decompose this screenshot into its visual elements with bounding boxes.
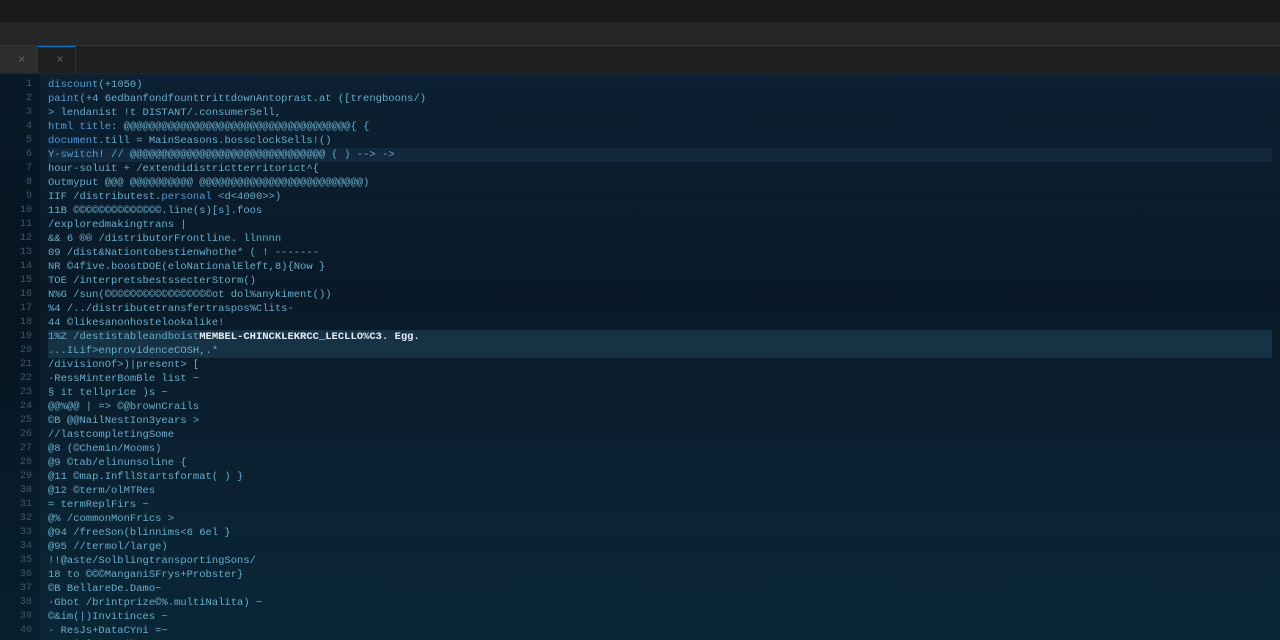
code-line: = termReplFirs ~ [48, 498, 1272, 512]
code-line: html title: @@@@@@@@@@@@@@@@@@@@@@@@@@@@… [48, 120, 1272, 134]
code-line: ©B @@NailNestIon3years > [48, 414, 1272, 428]
tab-close-icon[interactable]: × [18, 53, 25, 67]
code-line: § it tellprice )s ~ [48, 386, 1272, 400]
toolbar [0, 22, 1280, 46]
titlebar [0, 0, 1280, 22]
code-line: @94 /freeSon(blinnims<6 6el } [48, 526, 1272, 540]
code-line: N%G /sun(©©©©©©©©©©©©©©©©©ot dol%anykime… [48, 288, 1272, 302]
code-line: %4 /../distributetransfertraspos%Clits- [48, 302, 1272, 316]
code-line: hour-soluit + /extendidistrictterritoric… [48, 162, 1272, 176]
code-line: document.till = MainSeasons.bossclockSel… [48, 134, 1272, 148]
code-line: ...ILif>enprovidenceCOSH,.* [48, 344, 1272, 358]
code-line: @% /commonMonFrics > [48, 512, 1272, 526]
toolbar-intrigue[interactable] [124, 32, 140, 36]
tab-bar: × × [0, 46, 1280, 74]
tab-mysterio[interactable]: × [0, 46, 38, 73]
code-line: IIF /distributest.personal <d<4000>>) [48, 190, 1272, 204]
code-line: paint(+4 6edbanfondfounttrittdownAntopra… [48, 92, 1272, 106]
code-line: 09 /dist&Nationtobestienwhothe* ( ! ----… [48, 246, 1272, 260]
code-line: Y-switch! // @@@@@@@@@@@@@@@@@@@@@@@@@@@… [48, 148, 1272, 162]
code-line: /divisionOf>)|present> [ [48, 358, 1272, 372]
code-line: NR ©4five.boostDOE(eloNationalEleft,8){N… [48, 260, 1272, 274]
toolbar-dread[interactable] [64, 32, 80, 36]
tab-main[interactable]: × [38, 46, 76, 73]
code-line: @95 //termol/large) [48, 540, 1272, 554]
code-line: @8 (©Chemin/Mooms) [48, 442, 1272, 456]
code-line: /exploredmakingtrans | [48, 218, 1272, 232]
code-line: //lastcompletingSome [48, 428, 1272, 442]
code-line: TOE /interpretsbestssecterStorm() [48, 274, 1272, 288]
code-line: !!@aste/SolblingtransportingSons/ [48, 554, 1272, 568]
code-line: @@%@@ | => ©@brownCrails [48, 400, 1272, 414]
toolbar-functionality[interactable] [44, 32, 60, 36]
code-line: && 6 ®® /distributorFrontline. llnnnn [48, 232, 1272, 246]
tab-main-close-icon[interactable]: × [56, 53, 63, 67]
code-editor[interactable]: 1234567891011121314151617181920212223242… [0, 74, 1280, 640]
code-line: Outmyput @@@ @@@@@@@@@@ @@@@@@@@@@@@@@@@… [48, 176, 1272, 190]
code-line: @9 ©tab/elinunsoline { [48, 456, 1272, 470]
code-line: @12 ©term/olMTRes [48, 484, 1272, 498]
toolbar-star3[interactable] [164, 32, 180, 36]
code-line: ©&im(|)Invitinces ~ [48, 610, 1272, 624]
toolbar-star2[interactable] [104, 32, 120, 36]
code-line: @11 ©map.InfllStartsformat( ) } [48, 470, 1272, 484]
code-line: · ResJs+DataCYni =~ [48, 624, 1272, 638]
toolbar-menu[interactable] [4, 32, 20, 36]
code-line: 11B ©©©©©©©©©©©©©©.line(s)[s].foos [48, 204, 1272, 218]
code-line: discount(+1050) [48, 78, 1272, 92]
code-line: 44 ©likesanonhostelookalike! [48, 316, 1272, 330]
toolbar-soften[interactable] [84, 32, 100, 36]
code-line: ©B BellareDe.Damo~ [48, 582, 1272, 596]
code-line: ·Gbot /brintprize©%.multiNalita) ~ [48, 596, 1272, 610]
code-line: ·RessMinterBomBle list ~ [48, 372, 1272, 386]
toolbar-star1[interactable] [24, 32, 40, 36]
toolbar-endearment[interactable] [144, 32, 160, 36]
code-content[interactable]: discount(+1050) paint(+4 6edbanfondfount… [40, 74, 1280, 640]
line-numbers: 1234567891011121314151617181920212223242… [0, 74, 40, 640]
code-line: > lendanist !t DISTANT/.consumerSell, [48, 106, 1272, 120]
code-line: 1%Z /destistableandboistMEMBEL-CHINCKLEK… [48, 330, 1272, 344]
code-line: 18 to ©©©ManganiSFrys+Probster} [48, 568, 1272, 582]
